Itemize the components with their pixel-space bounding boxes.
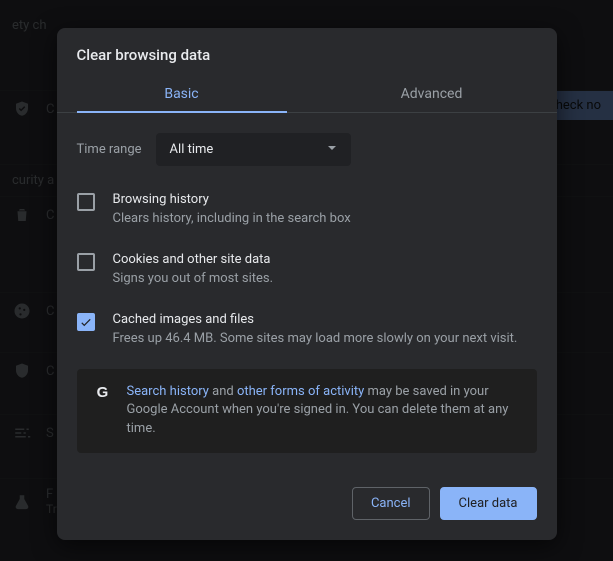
dialog-title: Clear browsing data <box>57 28 557 74</box>
checkbox-cookies[interactable] <box>77 253 95 271</box>
options-list: Browsing history Clears history, includi… <box>57 180 557 361</box>
option-desc: Frees up 46.4 MB. Some sites may load mo… <box>113 330 518 348</box>
tab-advanced[interactable]: Advanced <box>307 74 557 112</box>
dialog-body: Time range All time Browsing history Cle… <box>57 113 557 471</box>
checkbox-cached[interactable] <box>77 313 95 331</box>
link-other-activity[interactable]: other forms of activity <box>237 384 364 399</box>
clear-browsing-data-dialog: Clear browsing data Basic Advanced Time … <box>57 28 557 540</box>
option-text: Browsing history Clears history, includi… <box>113 192 351 228</box>
option-title: Cookies and other site data <box>113 252 274 267</box>
option-text: Cached images and files Frees up 46.4 MB… <box>113 312 518 348</box>
option-cached: Cached images and files Frees up 46.4 MB… <box>77 300 537 360</box>
info-text-part: and <box>209 384 237 399</box>
option-desc: Clears history, including in the search … <box>113 210 351 228</box>
dialog-actions: Cancel Clear data <box>57 471 557 540</box>
chevron-down-icon <box>327 142 337 157</box>
time-range-label: Time range <box>77 142 142 157</box>
time-range-row: Time range All time <box>57 123 557 180</box>
info-text: Search history and other forms of activi… <box>127 383 521 440</box>
modal-overlay: Clear browsing data Basic Advanced Time … <box>0 0 613 561</box>
cancel-button[interactable]: Cancel <box>352 487 430 520</box>
time-range-select[interactable]: All time <box>156 133 351 166</box>
option-text: Cookies and other site data Signs you ou… <box>113 252 274 288</box>
option-title: Cached images and files <box>113 312 518 327</box>
option-cookies: Cookies and other site data Signs you ou… <box>77 240 537 300</box>
option-title: Browsing history <box>113 192 351 207</box>
checkbox-browsing-history[interactable] <box>77 193 95 211</box>
option-browsing-history: Browsing history Clears history, includi… <box>77 180 537 240</box>
dialog-tabs: Basic Advanced <box>57 74 557 113</box>
tab-basic[interactable]: Basic <box>57 74 307 112</box>
option-desc: Signs you out of most sites. <box>113 270 274 288</box>
clear-data-button[interactable]: Clear data <box>440 487 537 520</box>
google-account-info: G Search history and other forms of acti… <box>77 369 537 454</box>
link-search-history[interactable]: Search history <box>127 384 209 399</box>
google-icon: G <box>93 383 113 403</box>
time-range-value: All time <box>170 142 214 157</box>
